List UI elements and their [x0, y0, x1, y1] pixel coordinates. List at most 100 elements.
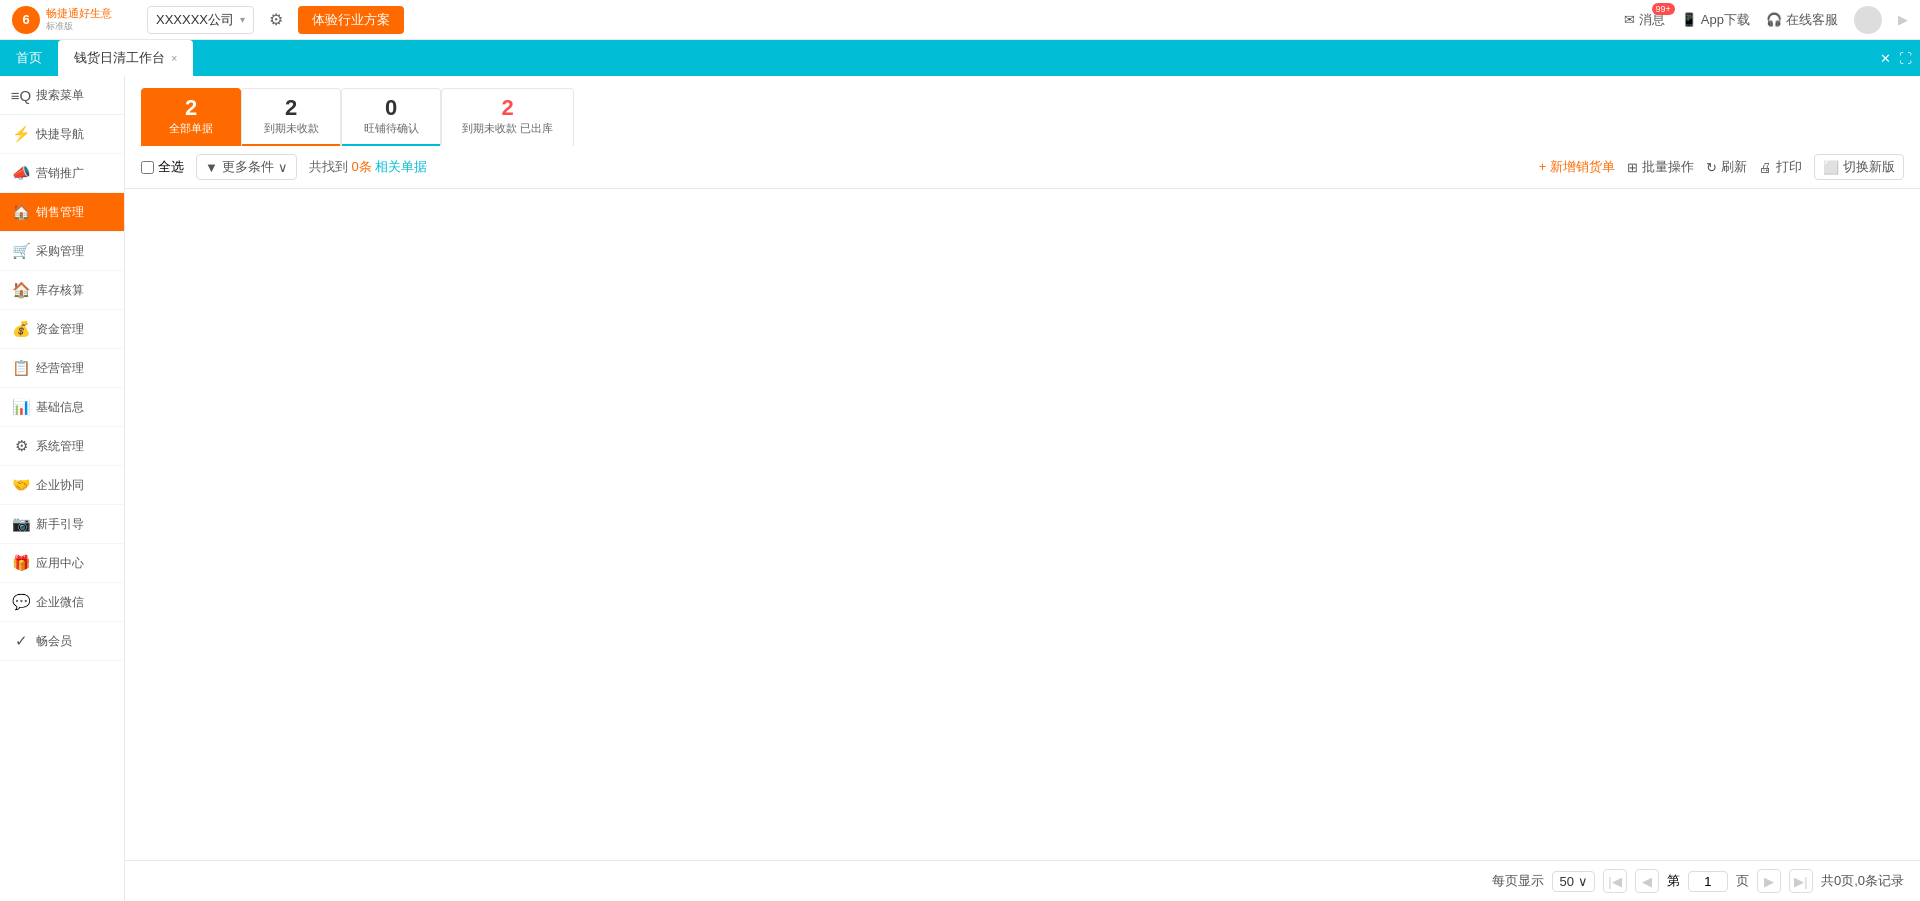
basic-info-icon: 📊: [12, 398, 30, 416]
cooperation-icon: 🤝: [12, 476, 30, 494]
page-size-select[interactable]: 50 ∨: [1552, 871, 1594, 892]
filter-tabs: 2 全部单据 2 到期未收款 0 旺铺待确认 2 到期未收款 已出库: [125, 76, 1920, 146]
pagination-bar: 每页显示 50 ∨ |◀ ◀ 第 页 ▶ ▶| 共0页,0条记录: [125, 860, 1920, 901]
sidebar-item-app-center[interactable]: 🎁 应用中心: [0, 544, 124, 583]
nav-tab-bar-right: ✕ ⛶: [1880, 51, 1920, 66]
filter-tab-pending-label: 旺铺待确认: [364, 121, 419, 136]
refresh-icon: ↻: [1706, 160, 1717, 175]
newbie-icon: 📷: [12, 515, 30, 533]
sidebar-item-quick-nav[interactable]: ⚡ 快捷导航: [0, 115, 124, 154]
sidebar-item-finance[interactable]: 💰 资金管理: [0, 310, 124, 349]
filter-tab-pending[interactable]: 0 旺铺待确认: [341, 88, 441, 146]
company-name: XXXXXX公司: [156, 11, 234, 29]
found-text: 共找到 0条 相关单据: [309, 158, 427, 176]
per-page-label: 每页显示: [1492, 872, 1544, 890]
filter-tab-overdue-out-count: 2: [501, 97, 513, 119]
inventory-icon: 🏠: [12, 281, 30, 299]
logo-area: 6 畅捷通好生意 标准版: [12, 6, 137, 34]
online-service-label: 在线客服: [1786, 11, 1838, 29]
sidebar-search[interactable]: ≡Q 搜索菜单: [0, 76, 124, 115]
app-download-label: App下载: [1701, 11, 1750, 29]
related-link[interactable]: 相关单据: [375, 159, 427, 174]
company-selector[interactable]: XXXXXX公司 ▾: [147, 6, 254, 34]
filter-tab-overdue-label: 到期未收款: [264, 121, 319, 136]
add-sale-button[interactable]: + 新增销货单: [1539, 158, 1615, 176]
select-all-checkbox[interactable]: 全选: [141, 158, 184, 176]
username-area[interactable]: ▶: [1898, 12, 1908, 27]
marketing-icon: 📣: [12, 164, 30, 182]
logo-badge: 标准版: [46, 20, 112, 33]
table-area: [125, 189, 1920, 860]
system-icon: ⚙: [12, 437, 30, 455]
sidebar-item-member[interactable]: ✓ 畅会员: [0, 622, 124, 661]
page-size-chevron-icon: ∨: [1578, 874, 1588, 889]
top-header: 6 畅捷通好生意 标准版 XXXXXX公司 ▾ ⚙ 体验行业方案 ✉ 消息 99…: [0, 0, 1920, 40]
headset-icon: 🎧: [1766, 12, 1782, 27]
window-expand-icon[interactable]: ⛶: [1899, 51, 1912, 66]
sidebar-item-marketing[interactable]: 📣 营销推广: [0, 154, 124, 193]
message-icon: ✉: [1624, 12, 1635, 27]
filter-icon: ▼: [205, 160, 218, 175]
nav-tab-bar: 首页 钱货日清工作台 × ✕ ⛶: [0, 40, 1920, 76]
last-page-button[interactable]: ▶|: [1789, 869, 1813, 893]
finance-icon: 💰: [12, 320, 30, 338]
avatar[interactable]: [1854, 6, 1882, 34]
print-icon: 🖨: [1759, 160, 1772, 175]
app-download-button[interactable]: 📱 App下载: [1681, 11, 1750, 29]
sidebar-item-operation[interactable]: 📋 经营管理: [0, 349, 124, 388]
message-button[interactable]: ✉ 消息 99+: [1624, 11, 1665, 29]
batch-icon: ⊞: [1627, 160, 1638, 175]
batch-button[interactable]: ⊞ 批量操作: [1627, 158, 1694, 176]
filter-tab-pending-count: 0: [385, 97, 397, 119]
chevron-down-icon: ▾: [240, 14, 245, 25]
sidebar-item-newbie[interactable]: 📷 新手引导: [0, 505, 124, 544]
content-area: 2 全部单据 2 到期未收款 0 旺铺待确认 2 到期未收款 已出库 全选: [125, 76, 1920, 901]
quick-nav-icon: ⚡: [12, 125, 30, 143]
toolbar-right: + 新增销货单 ⊞ 批量操作 ↻ 刷新 🖨 打印 ⬜ 切换新版: [1539, 154, 1904, 180]
select-all-label: 全选: [158, 158, 184, 176]
sidebar-item-wechat[interactable]: 💬 企业微信: [0, 583, 124, 622]
sidebar-item-sales[interactable]: 🏠 销售管理: [0, 193, 124, 232]
filter-label: 更多条件: [222, 158, 274, 176]
tab-close-icon[interactable]: ×: [171, 52, 177, 64]
window-close-icon[interactable]: ✕: [1880, 51, 1891, 66]
page-input[interactable]: [1688, 871, 1728, 892]
purchase-icon: 🛒: [12, 242, 30, 260]
filter-tab-all-label: 全部单据: [169, 121, 213, 136]
sidebar-item-cooperation[interactable]: 🤝 企业协同: [0, 466, 124, 505]
app-center-icon: 🎁: [12, 554, 30, 572]
tab-home[interactable]: 首页: [0, 40, 58, 76]
online-service-button[interactable]: 🎧 在线客服: [1766, 11, 1838, 29]
app-download-icon: 📱: [1681, 12, 1697, 27]
gear-button[interactable]: ⚙: [262, 6, 290, 34]
switch-button[interactable]: ⬜ 切换新版: [1814, 154, 1904, 180]
sidebar-item-inventory[interactable]: 🏠 库存核算: [0, 271, 124, 310]
next-page-button[interactable]: ▶: [1757, 869, 1781, 893]
main-layout: ≡Q 搜索菜单 ⚡ 快捷导航 📣 营销推广 🏠 销售管理 🛒 采购管理 🏠 库存…: [0, 76, 1920, 901]
member-icon: ✓: [12, 632, 30, 650]
prev-page-button[interactable]: ◀: [1635, 869, 1659, 893]
filter-tab-overdue[interactable]: 2 到期未收款: [241, 88, 341, 146]
sidebar-item-system[interactable]: ⚙ 系统管理: [0, 427, 124, 466]
page-unit: 页: [1736, 872, 1749, 890]
filter-tab-all[interactable]: 2 全部单据: [141, 88, 241, 146]
filter-tab-overdue-out[interactable]: 2 到期未收款 已出库: [441, 88, 574, 146]
found-count: 0条: [352, 159, 372, 174]
sidebar-item-basic-info[interactable]: 📊 基础信息: [0, 388, 124, 427]
filter-tab-all-count: 2: [185, 97, 197, 119]
filter-button[interactable]: ▼ 更多条件 ∨: [196, 154, 297, 180]
total-info: 共0页,0条记录: [1821, 872, 1904, 890]
header-right: ✉ 消息 99+ 📱 App下载 🎧 在线客服 ▶: [1624, 6, 1908, 34]
print-button[interactable]: 🖨 打印: [1759, 158, 1802, 176]
experience-button[interactable]: 体验行业方案: [298, 6, 404, 34]
select-all-input[interactable]: [141, 161, 154, 174]
first-page-button[interactable]: |◀: [1603, 869, 1627, 893]
chevron-filter-icon: ∨: [278, 160, 288, 175]
sidebar-item-purchase[interactable]: 🛒 采购管理: [0, 232, 124, 271]
operation-icon: 📋: [12, 359, 30, 377]
tab-active[interactable]: 钱货日清工作台 ×: [58, 40, 193, 76]
refresh-button[interactable]: ↻ 刷新: [1706, 158, 1747, 176]
search-icon: ≡Q: [12, 86, 30, 104]
filter-tab-overdue-count: 2: [285, 97, 297, 119]
wechat-icon: 💬: [12, 593, 30, 611]
